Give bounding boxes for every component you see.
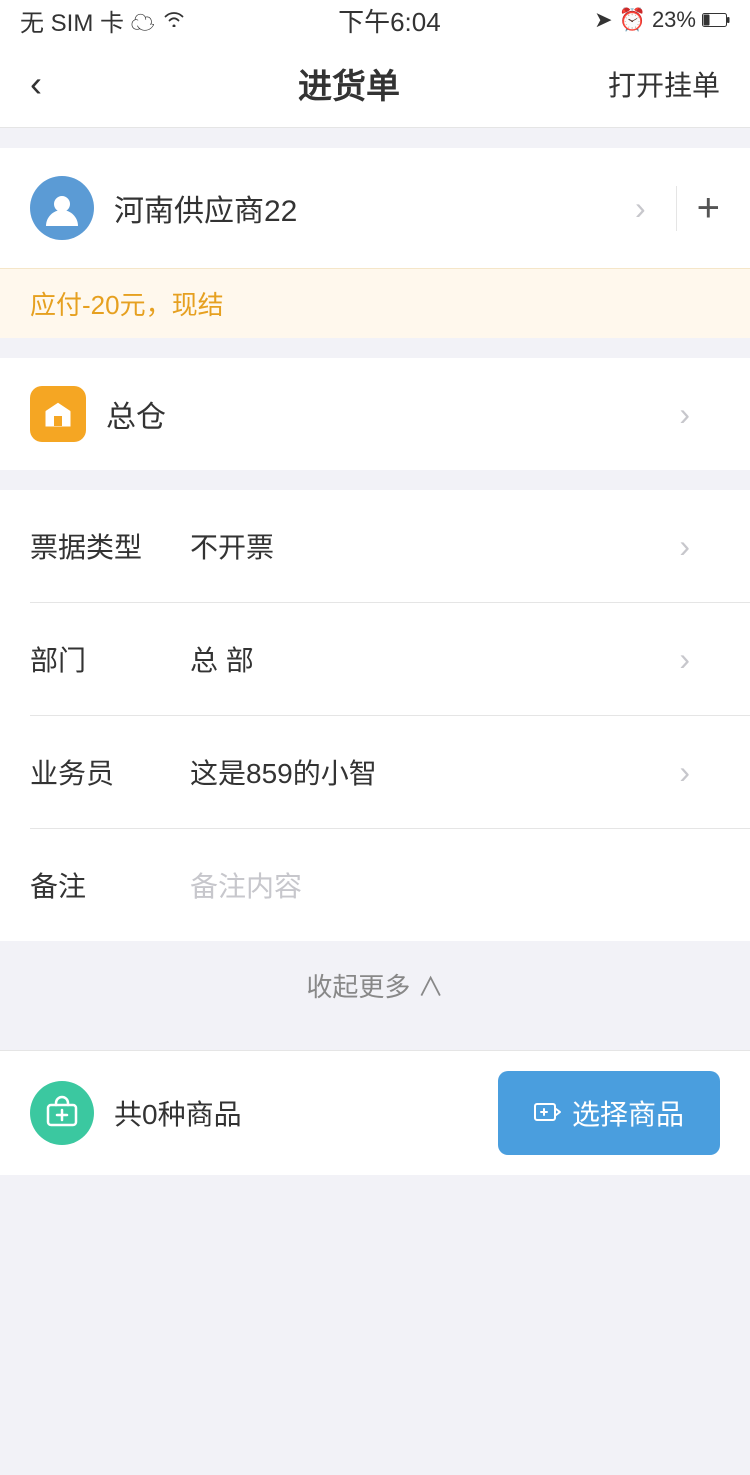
sales-value: 这是859的小智 [170, 752, 679, 792]
sim-label: 无 SIM 卡 ☁ [20, 3, 155, 38]
warehouse-row[interactable]: 总仓 › [0, 358, 750, 470]
invoice-label: 票据类型 [30, 526, 170, 566]
notice-bar: 应付-20元，现结 [0, 268, 750, 338]
location-icon: ➤ [594, 7, 612, 33]
warehouse-name: 总仓 [106, 392, 679, 436]
invoice-chevron-icon: › [679, 528, 690, 565]
sales-label: 业务员 [30, 752, 170, 792]
bottom-bar: 共0种商品 选择商品 [0, 1050, 750, 1175]
page-background [0, 1175, 750, 1475]
wifi-icon [163, 6, 185, 34]
supplier-name: 河南供应商22 [114, 186, 635, 230]
remark-row[interactable]: 备注 备注内容 [0, 829, 750, 941]
collapse-button[interactable]: 收起更多 ∧ [0, 941, 750, 1030]
open-pending-button[interactable]: 打开挂单 [608, 64, 720, 104]
battery-label: 23% [652, 7, 696, 33]
dept-value: 总 部 [170, 639, 679, 679]
section-gap-1 [0, 128, 750, 148]
remark-input[interactable]: 备注内容 [170, 865, 720, 905]
sales-row[interactable]: 业务员 这是859的小智 › [0, 716, 750, 828]
sales-chevron-icon: › [679, 754, 690, 791]
supplier-card: 河南供应商22 › + 应付-20元，现结 [0, 148, 750, 338]
battery-icon [702, 7, 730, 33]
nav-bar: ‹ 进货单 打开挂单 [0, 40, 750, 128]
back-button[interactable]: ‹ [30, 63, 90, 105]
product-icon [30, 1081, 94, 1145]
dept-label: 部门 [30, 639, 170, 679]
invoice-row[interactable]: 票据类型 不开票 › [0, 490, 750, 602]
dept-chevron-icon: › [679, 641, 690, 678]
dept-row[interactable]: 部门 总 部 › [0, 603, 750, 715]
status-bar: 无 SIM 卡 ☁ 下午6:04 ➤ ⏰ 23% [0, 0, 750, 40]
status-right: ➤ ⏰ 23% [594, 7, 730, 33]
status-time: 下午6:04 [338, 2, 441, 39]
supplier-row[interactable]: 河南供应商22 › + [0, 148, 750, 268]
warehouse-chevron-icon: › [679, 396, 690, 433]
page-title: 进货单 [298, 59, 400, 108]
remark-label: 备注 [30, 865, 170, 905]
select-product-label: 选择商品 [572, 1093, 684, 1133]
status-left: 无 SIM 卡 ☁ [20, 3, 185, 38]
select-product-button[interactable]: 选择商品 [498, 1071, 720, 1155]
supplier-chevron-icon: › [635, 190, 646, 227]
add-button[interactable]: + [676, 186, 720, 231]
warehouse-icon [30, 386, 86, 442]
alarm-icon: ⏰ [619, 7, 646, 33]
invoice-value: 不开票 [170, 526, 679, 566]
section-gap-4 [0, 1030, 750, 1050]
warehouse-card[interactable]: 总仓 › [0, 358, 750, 470]
form-card: 票据类型 不开票 › 部门 总 部 › 业务员 这是859的小智 › 备注 备注… [0, 490, 750, 941]
product-count-label: 共0种商品 [114, 1093, 478, 1133]
supplier-avatar [30, 176, 94, 240]
section-gap-3 [0, 470, 750, 490]
section-gap-2 [0, 338, 750, 358]
